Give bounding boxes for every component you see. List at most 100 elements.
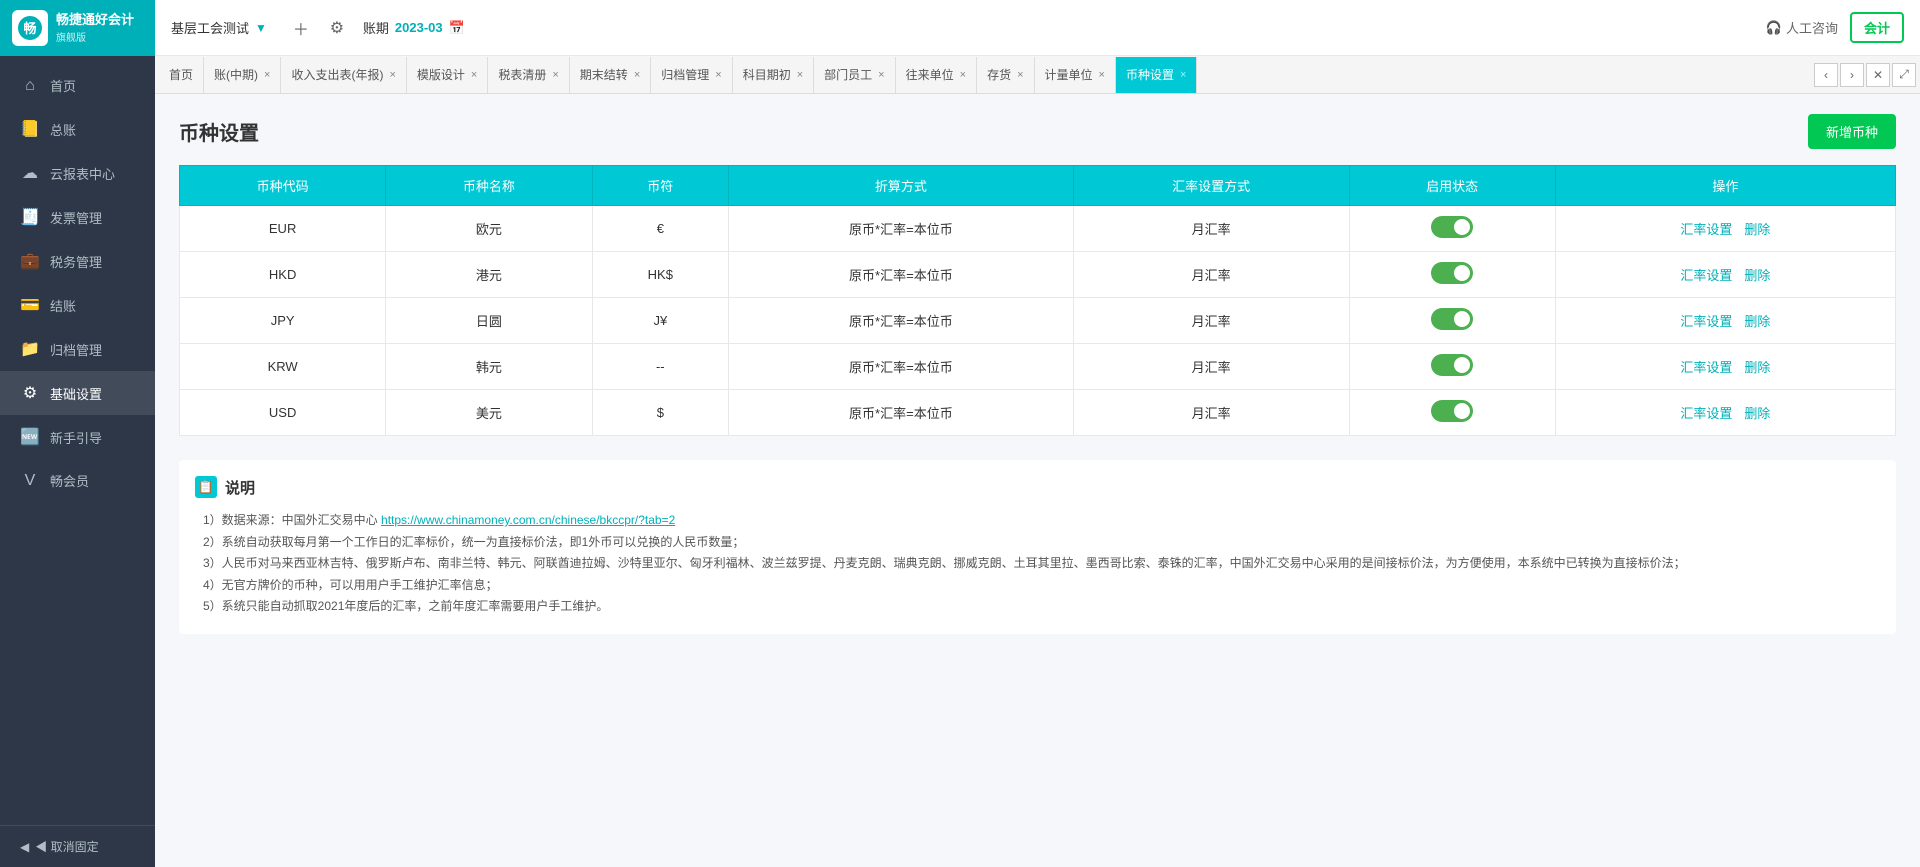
period-label: 账期 2023-03 📅 (363, 18, 465, 37)
tab-close-icon[interactable]: × (264, 69, 270, 81)
sidebar-item-reports[interactable]: ☁云报表中心 (0, 151, 155, 195)
enabled-cell (1349, 206, 1555, 252)
tab-close-icon[interactable]: × (552, 69, 558, 81)
tab-close-icon[interactable]: × (960, 69, 966, 81)
header-actions: ＋ ⚙ (287, 14, 351, 42)
sidebar-item-home[interactable]: ⌂首页 (0, 64, 155, 107)
enabled-cell (1349, 344, 1555, 390)
enabled-toggle[interactable] (1431, 262, 1473, 284)
table-cell: 美元 (386, 390, 592, 436)
tab-measure[interactable]: 计量单位 × (1035, 57, 1116, 93)
enabled-toggle[interactable] (1431, 216, 1473, 238)
notice-link[interactable]: https://www.chinamoney.com.cn/chinese/bk… (381, 513, 675, 527)
sidebar-item-member[interactable]: V畅会员 (0, 459, 155, 502)
tab-close-icon[interactable]: × (1180, 69, 1186, 81)
calendar-icon[interactable]: 📅 (449, 20, 465, 36)
new-currency-button[interactable]: 新增币种 (1808, 114, 1896, 149)
table-column-header: 汇率设置方式 (1073, 166, 1349, 206)
sidebar-item-label: 总账 (50, 120, 76, 139)
tab-next-button[interactable]: › (1840, 63, 1864, 87)
workspace-selector[interactable]: 基层工会测试 ▼ (171, 18, 267, 37)
top-header: 基层工会测试 ▼ ＋ ⚙ 账期 2023-03 📅 🎧 人工咨询 会计 (155, 0, 1920, 56)
add-workspace-button[interactable]: ＋ (287, 14, 315, 42)
tab-period-end[interactable]: 期末结转× (570, 57, 651, 93)
logo-icon: 畅 (12, 10, 48, 46)
sidebar-item-guide[interactable]: 🆕新手引导 (0, 415, 155, 459)
tab-close-icon[interactable]: × (1099, 69, 1105, 81)
table-header: 币种代码币种名称币符折算方式汇率设置方式启用状态操作 (180, 166, 1896, 206)
period-value: 2023-03 (395, 20, 443, 35)
table-cell: JPY (180, 298, 386, 344)
rate-setting-link[interactable]: 汇率设置 (1680, 314, 1732, 329)
settings-button[interactable]: ⚙ (323, 14, 351, 42)
rate-setting-link[interactable]: 汇率设置 (1680, 268, 1732, 283)
tab-subjects[interactable]: 科目期初× (733, 57, 814, 93)
tab-prev-button[interactable]: ‹ (1814, 63, 1838, 87)
logo-area: 畅 畅捷通好会计 旗舰版 (0, 0, 155, 56)
tab-income[interactable]: 收入支出表(年报)× (281, 57, 406, 93)
tax-icon: 💼 (20, 251, 40, 271)
enabled-toggle[interactable] (1431, 354, 1473, 376)
pin-icon: ◀ (20, 840, 29, 854)
table-cell: EUR (180, 206, 386, 252)
tab-close-icon[interactable]: × (634, 69, 640, 81)
action-cell: 汇率设置删除 (1555, 344, 1895, 390)
tab-dept[interactable]: 部门员工× (814, 57, 895, 93)
logo-text: 畅捷通好会计 (56, 12, 134, 29)
delete-link[interactable]: 删除 (1744, 268, 1770, 283)
tab-inventory[interactable]: 存货× (977, 57, 1034, 93)
tab-label: 计量单位 (1045, 66, 1093, 83)
tab-close-icon[interactable]: × (715, 69, 721, 81)
sidebar-item-label: 发票管理 (50, 208, 102, 227)
header-right: 🎧 人工咨询 会计 (1766, 12, 1904, 43)
delete-link[interactable]: 删除 (1744, 314, 1770, 329)
tab-close-icon[interactable]: × (1017, 69, 1023, 81)
tab-archive[interactable]: 归档管理× (651, 57, 732, 93)
invoice-icon: 🧾 (20, 207, 40, 227)
table-row: HKD港元HK$原币*汇率=本位币月汇率汇率设置删除 (180, 252, 1896, 298)
tab-close-all-button[interactable]: ✕ (1866, 63, 1890, 87)
account-button[interactable]: 会计 (1850, 12, 1904, 43)
tab-home[interactable]: 首页 (159, 57, 204, 93)
tab-template[interactable]: 模版设计× (407, 57, 488, 93)
tab-maximize-button[interactable]: ⤢ (1892, 63, 1916, 87)
enabled-toggle[interactable] (1431, 400, 1473, 422)
sidebar-item-checkout[interactable]: 💳结账 (0, 283, 155, 327)
tab-label: 首页 (169, 66, 193, 83)
sidebar-footer[interactable]: ◀ ◀ 取消固定 (0, 825, 155, 867)
sidebar-item-tax[interactable]: 💼税务管理 (0, 239, 155, 283)
sidebar-item-settings[interactable]: ⚙基础设置 (0, 371, 155, 415)
delete-link[interactable]: 删除 (1744, 222, 1770, 237)
tab-bar: 首页账(中期)×收入支出表(年报)×模版设计×税表清册×期末结转×归档管理×科目… (155, 56, 1920, 94)
tab-currency[interactable]: 币种设置× (1116, 57, 1197, 93)
delete-link[interactable]: 删除 (1744, 360, 1770, 375)
tab-close-icon[interactable]: × (797, 69, 803, 81)
sidebar-item-archive[interactable]: 📁归档管理 (0, 327, 155, 371)
tab-tax[interactable]: 税表清册× (488, 57, 569, 93)
headset-icon: 🎧 (1766, 20, 1782, 36)
enabled-toggle[interactable] (1431, 308, 1473, 330)
customer-service-btn[interactable]: 🎧 人工咨询 (1766, 18, 1838, 37)
rate-setting-link[interactable]: 汇率设置 (1680, 406, 1732, 421)
table-row: JPY日圆J¥原币*汇率=本位币月汇率汇率设置删除 (180, 298, 1896, 344)
currency-table: 币种代码币种名称币符折算方式汇率设置方式启用状态操作 EUR欧元€原币*汇率=本… (179, 165, 1896, 436)
rate-setting-link[interactable]: 汇率设置 (1680, 222, 1732, 237)
delete-link[interactable]: 删除 (1744, 406, 1770, 421)
logo-sub: 旗舰版 (56, 29, 134, 44)
tab-close-icon[interactable]: × (471, 69, 477, 81)
tab-units[interactable]: 往来单位× (896, 57, 977, 93)
tab-period[interactable]: 账(中期)× (204, 57, 281, 93)
sidebar-item-label: 基础设置 (50, 384, 102, 403)
table-cell: HKD (180, 252, 386, 298)
tab-close-icon[interactable]: × (389, 69, 395, 81)
action-cell: 汇率设置删除 (1555, 298, 1895, 344)
table-cell: USD (180, 390, 386, 436)
sidebar-item-general-ledger[interactable]: 📒总账 (0, 107, 155, 151)
enabled-cell (1349, 252, 1555, 298)
tab-close-icon[interactable]: × (878, 69, 884, 81)
sidebar-item-invoice[interactable]: 🧾 发票管理 (0, 195, 155, 239)
table-cell: 韩元 (386, 344, 592, 390)
rate-setting-link[interactable]: 汇率设置 (1680, 360, 1732, 375)
action-cell: 汇率设置删除 (1555, 390, 1895, 436)
notice-item-1: 2）系统自动获取每月第一个工作日的汇率标价，统一为直接标价法，即1外币可以兑换的… (203, 532, 1880, 554)
